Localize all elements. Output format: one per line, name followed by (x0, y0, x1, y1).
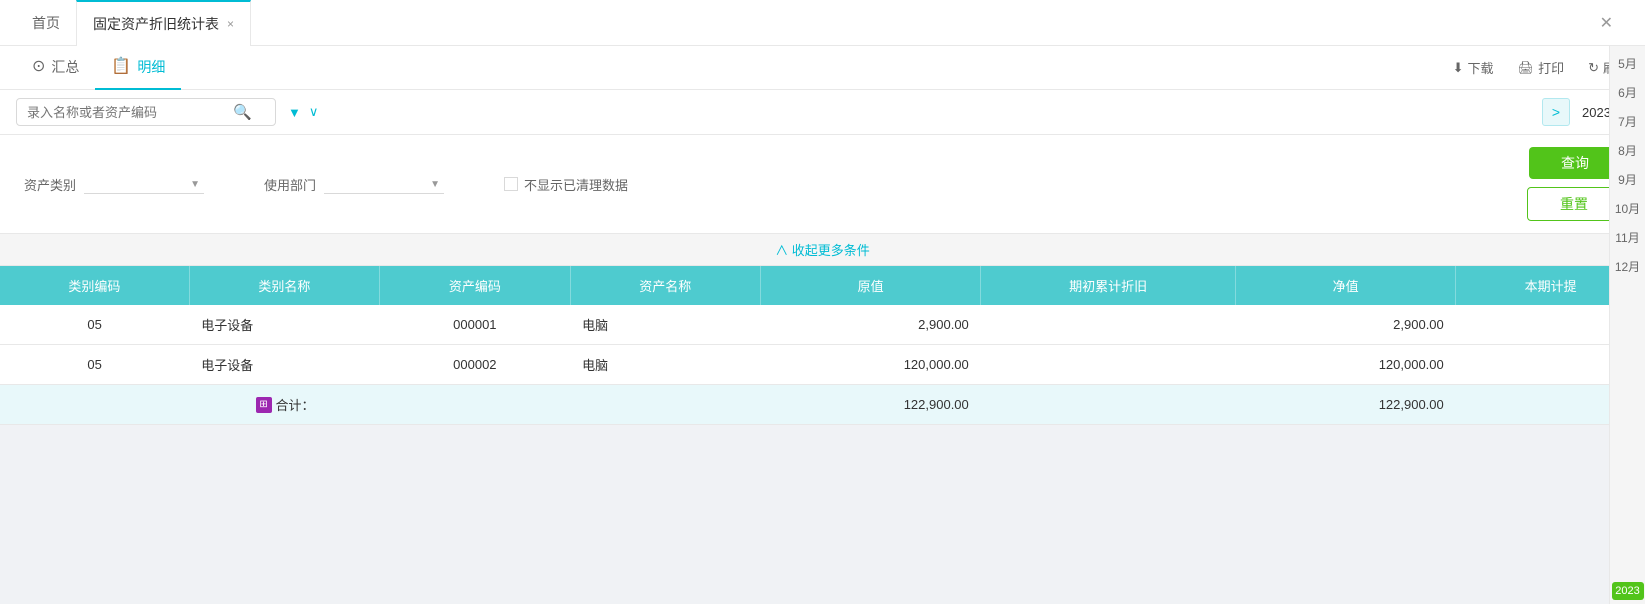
col-header-asset-code: 资产编码 (380, 266, 570, 305)
download-button[interactable]: ⬇ 下载 (1453, 58, 1494, 77)
collapse-bar[interactable]: ∧ 收起更多条件 (0, 234, 1645, 266)
active-tab[interactable]: 固定资产折旧统计表 × (76, 0, 251, 46)
total-cell-label: ⊞ 合计： (0, 385, 570, 425)
total-icon: ⊞ (256, 397, 272, 413)
cell-category-code: 05 (0, 345, 189, 385)
detail-icon: 📋 (111, 45, 131, 89)
table-header-row: 类别编码 类别名称 资产编码 资产名称 原值 期初累计折旧 净值 本期计提 (0, 266, 1645, 305)
cell-accumulated-depreciation (981, 345, 1236, 385)
use-department-select[interactable] (324, 174, 444, 194)
cell-asset-name: 电脑 (570, 305, 760, 345)
cell-net-value: 2,900.00 (1236, 305, 1456, 345)
sidebar-month-item[interactable]: 7月 (1610, 108, 1645, 135)
use-department-label: 使用部门 (264, 175, 316, 194)
filter-row: 资产类别 使用部门 不显示已清理数据 查询 重置 (24, 147, 1621, 221)
asset-category-field: 资产类别 (24, 174, 224, 194)
no-cleared-data-checkbox[interactable] (504, 177, 518, 191)
sidebar-month-item[interactable]: 11月 (1610, 224, 1645, 251)
filter-panel: 资产类别 使用部门 不显示已清理数据 查询 重置 (0, 135, 1645, 234)
cell-asset-code: 000002 (380, 345, 570, 385)
search-input-wrap: 🔍 (16, 98, 276, 126)
col-header-asset-name: 资产名称 (570, 266, 760, 305)
filter-actions: 查询 重置 (1527, 147, 1621, 221)
col-header-category-code: 类别编码 (0, 266, 189, 305)
search-input[interactable] (27, 105, 227, 120)
sidebar-month-item[interactable]: 12月 (1610, 253, 1645, 280)
query-button[interactable]: 查询 (1529, 147, 1621, 179)
table-total-row: ⊞ 合计： 122,900.00 122,900.00 (0, 385, 1645, 425)
top-nav: 首页 固定资产折旧统计表 × ✕ (0, 0, 1645, 46)
col-header-net-value: 净值 (1236, 266, 1456, 305)
total-net-value: 122,900.00 (1236, 385, 1456, 425)
table-row: 05 电子设备 000002 电脑 120,000.00 120,000.00 (0, 345, 1645, 385)
use-department-select-wrap (324, 174, 444, 194)
sidebar-month-item[interactable]: 5月 (1610, 50, 1645, 77)
cell-original-value: 120,000.00 (761, 345, 981, 385)
refresh-icon: ↻ (1588, 60, 1599, 76)
col-header-category-name: 类别名称 (189, 266, 379, 305)
sidebar-month-item[interactable]: 10月 (1610, 195, 1645, 222)
sidebar-month-item[interactable]: 9月 (1610, 166, 1645, 193)
search-bar: 🔍 ▼ ∨ > 2023.01 (0, 90, 1645, 135)
more-conditions-button[interactable]: ▼ ∨ (288, 104, 318, 120)
search-icon[interactable]: 🔍 (233, 103, 252, 121)
table-row: 05 电子设备 000001 电脑 2,900.00 2,900.00 (0, 305, 1645, 345)
print-icon: 🖨 (1518, 60, 1535, 76)
cell-asset-code: 000001 (380, 305, 570, 345)
total-original-value: 122,900.00 (761, 385, 981, 425)
col-header-original-value: 原值 (761, 266, 981, 305)
total-label-text: 合计： (276, 395, 315, 414)
asset-category-select[interactable] (84, 174, 204, 194)
tab-close-icon[interactable]: × (227, 1, 234, 47)
cell-category-code: 05 (0, 305, 189, 345)
total-accumulated-depreciation (981, 385, 1236, 425)
data-table-wrap: 类别编码 类别名称 资产编码 资产名称 原值 期初累计折旧 净值 本期计提 05… (0, 266, 1645, 425)
reset-button[interactable]: 重置 (1527, 187, 1621, 221)
cell-original-value: 2,900.00 (761, 305, 981, 345)
cell-category-name: 电子设备 (189, 305, 379, 345)
cell-accumulated-depreciation (981, 305, 1236, 345)
tab-detail-label: 明细 (137, 45, 165, 89)
toolbar-actions: ⬇ 下载 🖨 打印 ↻ 刷新 (1453, 58, 1629, 77)
year-badge: 2023 (1612, 582, 1644, 600)
print-button[interactable]: 🖨 打印 (1518, 58, 1565, 77)
sub-tabs-bar: ⊙ 汇总 📋 明细 ⬇ 下载 🖨 打印 ↻ 刷新 (0, 46, 1645, 90)
collapse-arrow-button[interactable]: > (1542, 98, 1570, 126)
sidebar-month-item[interactable]: 6月 (1610, 79, 1645, 106)
no-cleared-data-label: 不显示已清理数据 (524, 175, 628, 194)
sidebar-month-item[interactable]: 8月 (1610, 137, 1645, 164)
tab-detail[interactable]: 📋 明细 (95, 46, 181, 90)
tab-label: 固定资产折旧统计表 (93, 1, 219, 47)
total-cell-empty (570, 385, 760, 425)
right-sidebar: 5月6月7月8月9月10月11月12月 2023 (1609, 46, 1645, 604)
cell-category-name: 电子设备 (189, 345, 379, 385)
download-icon: ⬇ (1453, 60, 1464, 76)
chevron-down-icon: ∨ (309, 104, 319, 120)
cell-asset-name: 电脑 (570, 345, 760, 385)
right-arrow-icon: > (1552, 104, 1560, 120)
no-cleared-data-wrap: 不显示已清理数据 (504, 175, 628, 194)
data-table: 类别编码 类别名称 资产编码 资产名称 原值 期初累计折旧 净值 本期计提 05… (0, 266, 1645, 425)
tab-summary-label: 汇总 (51, 45, 79, 89)
cell-net-value: 120,000.00 (1236, 345, 1456, 385)
asset-category-select-wrap (84, 174, 204, 194)
col-header-accumulated-depreciation: 期初累计折旧 (981, 266, 1236, 305)
filter-icon: ▼ (288, 105, 301, 120)
print-label: 打印 (1538, 58, 1564, 77)
home-nav-item[interactable]: 首页 (16, 0, 76, 46)
download-label: 下载 (1468, 58, 1494, 77)
summary-icon: ⊙ (32, 45, 45, 89)
window-close-button[interactable]: ✕ (1584, 13, 1629, 33)
tab-summary[interactable]: ⊙ 汇总 (16, 46, 95, 90)
use-department-field: 使用部门 (264, 174, 464, 194)
asset-category-label: 资产类别 (24, 175, 76, 194)
